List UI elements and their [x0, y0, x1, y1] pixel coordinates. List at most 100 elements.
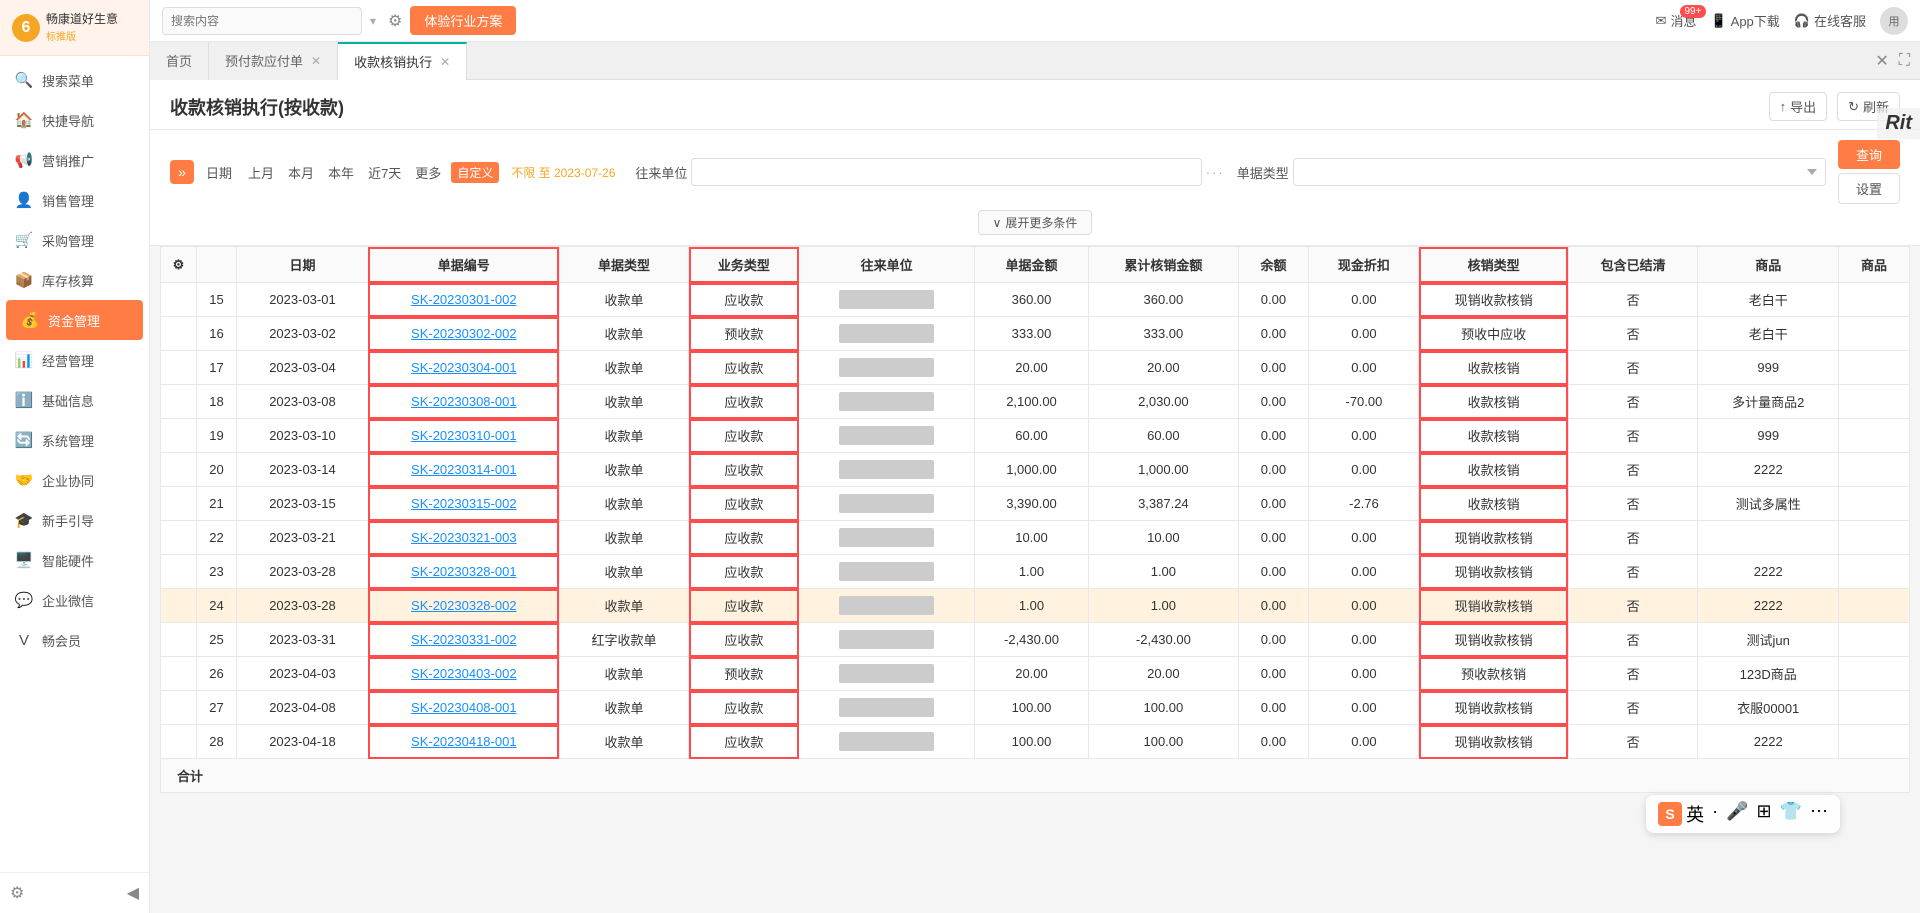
- sidebar-item-marketing[interactable]: 📢 营销推广: [0, 140, 149, 180]
- app-download-btn[interactable]: 📱 App下载: [1710, 11, 1779, 30]
- sidebar-item-guide[interactable]: 🎓 新手引导: [0, 500, 149, 540]
- sidebar-item-inventory[interactable]: 📦 库存核算: [0, 260, 149, 300]
- cell-slip-no[interactable]: SK-20230403-002: [368, 657, 559, 691]
- col-verified[interactable]: 累计核销金额: [1089, 247, 1238, 283]
- cell-include-settled: 否: [1568, 657, 1698, 691]
- sidebar-item-basic[interactable]: ℹ️ 基础信息: [0, 380, 149, 420]
- col-goods[interactable]: 商品: [1698, 247, 1839, 283]
- search-input[interactable]: [162, 7, 362, 35]
- cell-slip-no[interactable]: SK-20230301-002: [368, 283, 559, 317]
- col-include-settled[interactable]: 包含已结清: [1568, 247, 1698, 283]
- wm-mic-icon[interactable]: 🎤: [1726, 801, 1748, 827]
- date-this-month[interactable]: 本月: [284, 161, 318, 184]
- col-discount[interactable]: 现金折扣: [1309, 247, 1419, 283]
- date-more[interactable]: 更多: [411, 161, 445, 184]
- cell-include-settled: 否: [1568, 385, 1698, 419]
- export-btn[interactable]: ↑ 导出: [1769, 92, 1828, 121]
- col-amount[interactable]: 单据金额: [974, 247, 1088, 283]
- cell-slip-no[interactable]: SK-20230418-001: [368, 725, 559, 759]
- tab-home[interactable]: 首页: [150, 42, 209, 80]
- sidebar-item-quick[interactable]: 🏠 快捷导航: [0, 100, 149, 140]
- tab-collection[interactable]: 收款核销执行 ✕: [338, 42, 467, 80]
- table-row[interactable]: 21 2023-03-15 SK-20230315-002 收款单 应收款 ██…: [161, 487, 1910, 521]
- filter-expand-btn[interactable]: »: [170, 160, 194, 184]
- sidebar-item-search[interactable]: 🔍 搜索菜单: [0, 60, 149, 100]
- table-row[interactable]: 20 2023-03-14 SK-20230314-001 收款单 应收款 ██…: [161, 453, 1910, 487]
- tab-prepay[interactable]: 预付款应付单 ✕: [209, 42, 338, 80]
- cell-slip-no[interactable]: SK-20230304-001: [368, 351, 559, 385]
- date-this-year[interactable]: 本年: [324, 161, 358, 184]
- col-goods2[interactable]: 商品: [1839, 247, 1910, 283]
- wm-dot-icon[interactable]: ·: [1712, 801, 1718, 827]
- cell-slip-no[interactable]: SK-20230314-001: [368, 453, 559, 487]
- wm-shirt-icon[interactable]: 👕: [1780, 801, 1802, 827]
- col-settings[interactable]: ⚙: [161, 247, 197, 283]
- settings-icon[interactable]: ⚙: [388, 11, 402, 31]
- sidebar-item-finance[interactable]: 💰 资金管理: [6, 300, 143, 340]
- tab-maximize-icon[interactable]: ⛶: [1899, 52, 1910, 70]
- cell-slip-no[interactable]: SK-20230302-002: [368, 317, 559, 351]
- table-row[interactable]: 19 2023-03-10 SK-20230310-001 收款单 应收款 ██…: [161, 419, 1910, 453]
- table-row[interactable]: 28 2023-04-18 SK-20230418-001 收款单 应收款 ██…: [161, 725, 1910, 759]
- cell-balance: 0.00: [1238, 691, 1309, 725]
- col-slip-type[interactable]: 单据类型: [559, 247, 689, 283]
- cell-slip-no[interactable]: SK-20230310-001: [368, 419, 559, 453]
- user-avatar[interactable]: 用: [1880, 7, 1908, 35]
- col-cancel-type[interactable]: 核销类型: [1419, 247, 1568, 283]
- collapse-icon[interactable]: ◀: [127, 883, 139, 903]
- table-row[interactable]: 18 2023-03-08 SK-20230308-001 收款单 应收款 ██…: [161, 385, 1910, 419]
- filter-setting-btn[interactable]: 设置: [1838, 173, 1900, 204]
- table-row[interactable]: 16 2023-03-02 SK-20230302-002 收款单 预收款 ██…: [161, 317, 1910, 351]
- sidebar-item-member[interactable]: V 畅会员: [0, 620, 149, 660]
- table-row[interactable]: 26 2023-04-03 SK-20230403-002 收款单 预收款 ██…: [161, 657, 1910, 691]
- partner-dots[interactable]: ···: [1206, 165, 1225, 180]
- table-row[interactable]: 15 2023-03-01 SK-20230301-002 收款单 应收款 ██…: [161, 283, 1910, 317]
- wm-grid-icon[interactable]: ⊞: [1756, 801, 1771, 827]
- wm-text-icon[interactable]: 英: [1686, 801, 1704, 827]
- cell-slip-no[interactable]: SK-20230308-001: [368, 385, 559, 419]
- cell-slip-no[interactable]: SK-20230408-001: [368, 691, 559, 725]
- tab-collection-close[interactable]: ✕: [440, 55, 450, 69]
- message-btn[interactable]: ✉ 消息 99+: [1656, 11, 1697, 30]
- sidebar-item-hardware[interactable]: 🖥️ 智能硬件: [0, 540, 149, 580]
- sidebar-item-operations[interactable]: 📊 经营管理: [0, 340, 149, 380]
- partner-input[interactable]: [691, 158, 1201, 186]
- table-row[interactable]: 24 2023-03-28 SK-20230328-002 收款单 应收款 ██…: [161, 589, 1910, 623]
- tab-close-icon[interactable]: ✕: [1875, 51, 1888, 71]
- col-slip-no[interactable]: 单据编号: [368, 247, 559, 283]
- date-options: 上月 本月 本年 近7天 更多 自定义: [244, 161, 499, 184]
- search-dropdown-icon[interactable]: ▾: [370, 14, 376, 28]
- cell-date: 2023-03-15: [237, 487, 369, 521]
- date-last-month[interactable]: 上月: [244, 161, 278, 184]
- table-row[interactable]: 23 2023-03-28 SK-20230328-001 收款单 应收款 ██…: [161, 555, 1910, 589]
- table-row[interactable]: 17 2023-03-04 SK-20230304-001 收款单 应收款 ██…: [161, 351, 1910, 385]
- sidebar-item-collab[interactable]: 🤝 企业协同: [0, 460, 149, 500]
- sidebar-item-system[interactable]: 🔄 系统管理: [0, 420, 149, 460]
- expand-more-btn[interactable]: ∨ 展开更多条件: [978, 210, 1093, 235]
- settings-bottom-icon[interactable]: ⚙: [10, 883, 24, 903]
- slip-type-select[interactable]: [1293, 158, 1826, 186]
- industry-btn[interactable]: 体验行业方案: [410, 6, 516, 35]
- date-custom[interactable]: 自定义: [451, 162, 499, 183]
- cell-slip-no[interactable]: SK-20230321-003: [368, 521, 559, 555]
- table-row[interactable]: 27 2023-04-08 SK-20230408-001 收款单 应收款 ██…: [161, 691, 1910, 725]
- col-partner[interactable]: 往来单位: [799, 247, 974, 283]
- cell-slip-no[interactable]: SK-20230315-002: [368, 487, 559, 521]
- query-btn[interactable]: 查询: [1838, 140, 1900, 169]
- cell-slip-no[interactable]: SK-20230328-002: [368, 589, 559, 623]
- cell-seq: 18: [197, 385, 237, 419]
- table-row[interactable]: 25 2023-03-31 SK-20230331-002 红字收款单 应收款 …: [161, 623, 1910, 657]
- cell-slip-no[interactable]: SK-20230328-001: [368, 555, 559, 589]
- col-date[interactable]: 日期: [237, 247, 369, 283]
- online-service-btn[interactable]: 🎧 在线客服: [1794, 11, 1866, 30]
- col-biz-type[interactable]: 业务类型: [689, 247, 799, 283]
- wm-expand-icon[interactable]: ⋯: [1810, 801, 1828, 827]
- tab-prepay-close[interactable]: ✕: [311, 54, 321, 68]
- sidebar-item-sales[interactable]: 👤 销售管理: [0, 180, 149, 220]
- sidebar-item-wechat[interactable]: 💬 企业微信: [0, 580, 149, 620]
- table-row[interactable]: 22 2023-03-21 SK-20230321-003 收款单 应收款 ██…: [161, 521, 1910, 555]
- col-balance[interactable]: 余额: [1238, 247, 1309, 283]
- date-7days[interactable]: 近7天: [364, 161, 405, 184]
- cell-slip-no[interactable]: SK-20230331-002: [368, 623, 559, 657]
- sidebar-item-purchase[interactable]: 🛒 采购管理: [0, 220, 149, 260]
